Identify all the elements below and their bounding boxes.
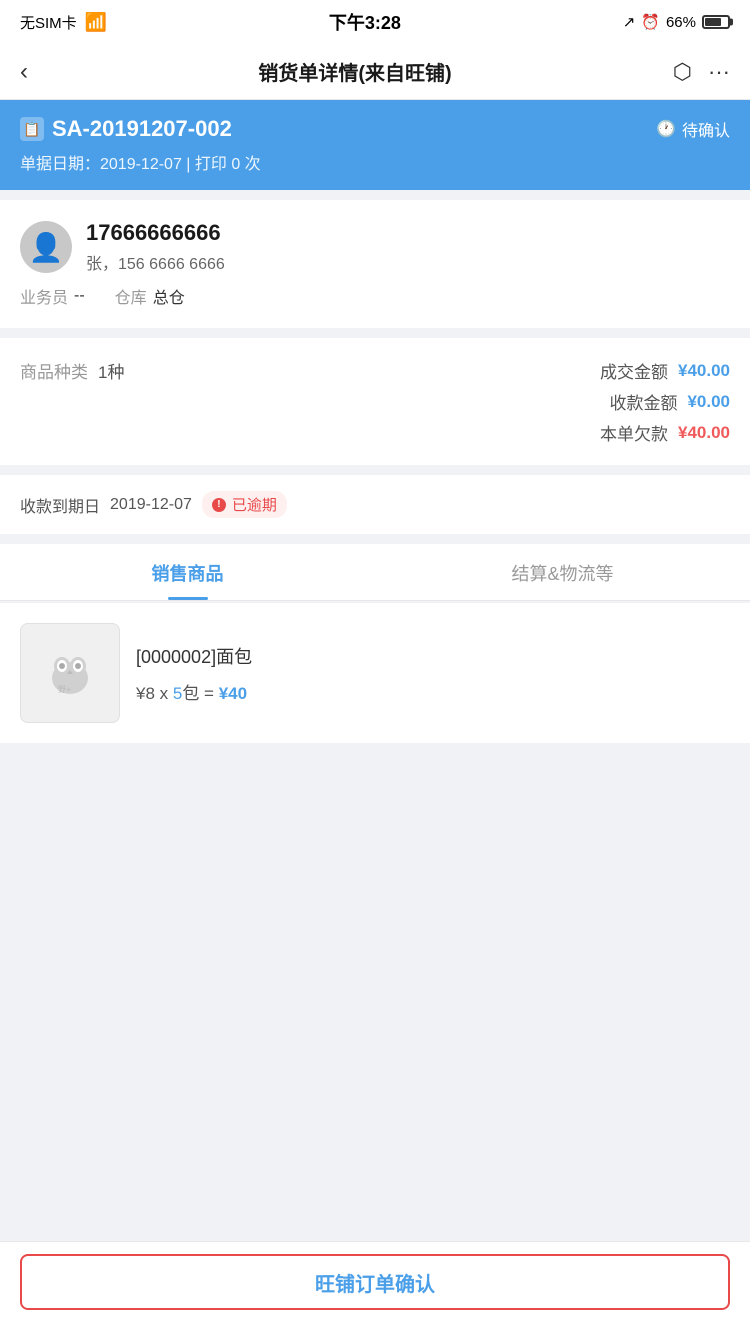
product-placeholder-icon: 野+ <box>40 640 100 707</box>
owed-value: ¥40.00 <box>678 423 730 443</box>
amounts-section: 成交金额 ¥40.00 收款金额 ¥0.00 本单欠款 ¥40.00 <box>600 358 730 445</box>
time-display: 下午3:28 <box>329 9 401 35</box>
unit-text: 包 <box>182 684 199 703</box>
customer-avatar: 👤 <box>20 221 72 273</box>
summary-card: 商品种类 1种 成交金额 ¥40.00 收款金额 ¥0.00 本单欠款 ¥40.… <box>0 338 750 465</box>
order-doc-icon: 📋 <box>20 117 44 141</box>
warehouse-label: 仓库 <box>115 284 147 308</box>
equals-sign: = <box>199 684 218 703</box>
due-date-value: 2019-12-07 <box>110 496 192 514</box>
alarm-icon: ⏰ <box>641 13 660 31</box>
battery-icon <box>702 15 730 29</box>
order-date: 单据日期：2019-12-07 | 打印 0 次 <box>20 150 730 174</box>
product-info: [0000002]面包 ¥8 x 5包 = ¥40 <box>136 643 730 704</box>
due-label: 收款到期日 <box>20 493 100 517</box>
location-icon: ↗ <box>623 13 636 31</box>
price-base: ¥8 x <box>136 684 173 703</box>
staff-item: 业务员 -- <box>20 284 85 308</box>
bottom-action-bar: 旺铺订单确认 <box>0 1241 750 1334</box>
navigation-bar: ‹ 销货单详情(来自旺铺) ⬡ ··· <box>0 44 750 100</box>
clock-icon: 🕐 <box>656 119 676 139</box>
staff-label: 业务员 <box>20 284 68 308</box>
warehouse-value: 总仓 <box>153 284 185 308</box>
tab-sales-products[interactable]: 销售商品 <box>0 544 375 600</box>
product-thumbnail: 野+ <box>20 623 120 723</box>
customer-row: 👤 17666666666 张，156 6666 6666 <box>20 220 730 274</box>
product-card: 野+ [0000002]面包 ¥8 x 5包 = ¥40 <box>0 603 750 743</box>
product-price-formula: ¥8 x 5包 = ¥40 <box>136 679 730 704</box>
tab-settlement[interactable]: 结算&物流等 <box>375 544 750 600</box>
warehouse-item: 仓库 总仓 <box>115 284 185 308</box>
type-label: 商品种类 <box>20 358 88 383</box>
owed-label: 本单欠款 <box>600 420 668 445</box>
transaction-row: 成交金额 ¥40.00 <box>600 358 730 383</box>
staff-value: -- <box>74 287 85 305</box>
due-date-card: 收款到期日 2019-12-07 ! 已逾期 <box>0 475 750 534</box>
quantity-value: 5 <box>173 684 182 703</box>
total-price: ¥40 <box>219 684 247 703</box>
back-button[interactable]: ‹ <box>20 58 60 86</box>
type-value: 1种 <box>98 358 124 383</box>
empty-area <box>0 743 750 943</box>
battery-text: 66% <box>666 14 696 31</box>
order-id: 📋 SA-20191207-002 <box>20 116 232 142</box>
more-icon[interactable]: ··· <box>708 59 730 85</box>
wifi-icon: 📶 <box>85 12 107 33</box>
received-row: 收款金额 ¥0.00 <box>609 389 730 414</box>
product-name: [0000002]面包 <box>136 643 730 669</box>
tab-bar: 销售商品 结算&物流等 <box>0 544 750 601</box>
status-left: 无SIM卡 📶 <box>20 12 107 33</box>
staff-warehouse-row: 业务员 -- 仓库 总仓 <box>20 284 730 308</box>
product-type-section: 商品种类 1种 <box>20 358 124 383</box>
customer-sub-info: 张，156 6666 6666 <box>86 250 225 274</box>
status-bar: 无SIM卡 📶 下午3:28 ↗ ⏰ 66% <box>0 0 750 44</box>
overdue-text: 已逾期 <box>232 494 277 515</box>
transaction-value: ¥40.00 <box>678 361 730 381</box>
nav-actions: ⬡ ··· <box>650 59 730 85</box>
overdue-dot-icon: ! <box>212 498 226 512</box>
order-header-card: 📋 SA-20191207-002 🕐 待确认 单据日期：2019-12-07 … <box>0 100 750 190</box>
confirm-order-button[interactable]: 旺铺订单确认 <box>20 1254 730 1310</box>
carrier-text: 无SIM卡 <box>20 12 77 33</box>
received-label: 收款金额 <box>609 389 677 414</box>
transaction-label: 成交金额 <box>600 358 668 383</box>
customer-details: 17666666666 张，156 6666 6666 <box>86 220 225 274</box>
svg-text:野+: 野+ <box>58 685 71 694</box>
overdue-badge: ! 已逾期 <box>202 491 287 518</box>
avatar-icon: 👤 <box>29 231 64 264</box>
order-status: 🕐 待确认 <box>656 117 730 141</box>
owed-row: 本单欠款 ¥40.00 <box>600 420 730 445</box>
received-value: ¥0.00 <box>687 392 730 412</box>
share-icon[interactable]: ⬡ <box>673 59 692 85</box>
status-right: ↗ ⏰ 66% <box>623 13 730 31</box>
customer-info-card: 👤 17666666666 张，156 6666 6666 业务员 -- 仓库 … <box>0 200 750 328</box>
order-header-top: 📋 SA-20191207-002 🕐 待确认 <box>20 116 730 142</box>
page-title: 销货单详情(来自旺铺) <box>60 57 650 86</box>
customer-phone: 17666666666 <box>86 220 225 246</box>
